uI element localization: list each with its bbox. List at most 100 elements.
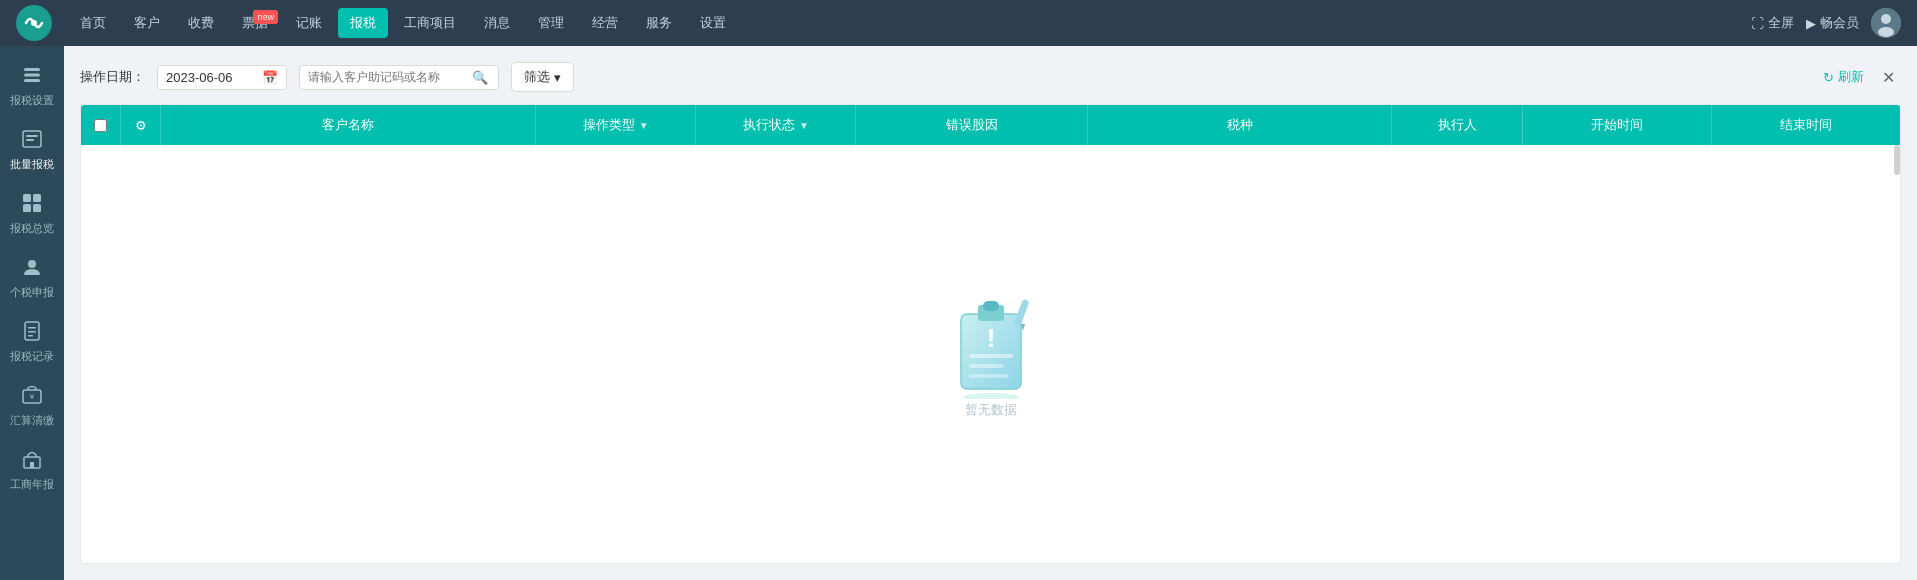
th-executor-label: 执行人 [1438, 116, 1477, 134]
table-scrollbar[interactable] [1894, 145, 1900, 563]
empty-svg: ! [946, 289, 1046, 399]
th-op-type[interactable]: 操作类型 ▼ [536, 105, 696, 145]
th-end-time: 结束时间 [1712, 105, 1900, 145]
svg-rect-9 [26, 135, 38, 137]
svg-text:¥: ¥ [29, 392, 35, 401]
svg-point-15 [28, 260, 36, 268]
svg-rect-28 [969, 364, 1004, 368]
nav-item-tax[interactable]: 报税 [338, 8, 388, 38]
th-checkbox[interactable] [81, 105, 121, 145]
svg-rect-6 [24, 74, 40, 77]
svg-rect-7 [24, 79, 40, 82]
nav-item-service[interactable]: 服务 [634, 8, 684, 38]
scrollbar-thumb [1894, 145, 1900, 175]
fullscreen-button[interactable]: ⛶ 全屏 [1751, 14, 1794, 32]
svg-rect-26 [983, 301, 999, 311]
th-exec-status-label: 执行状态 [743, 116, 795, 134]
sidebar-item-personal-tax[interactable]: 个税申报 [0, 246, 64, 310]
settlement-icon: ¥ [21, 384, 43, 409]
tax-record-icon [21, 320, 43, 345]
th-settings[interactable]: ⚙ [121, 105, 161, 145]
svg-rect-14 [33, 204, 41, 212]
sort-icon: ▼ [639, 120, 649, 131]
play-icon: ▶ [1806, 16, 1816, 31]
refresh-button[interactable]: ↻ 刷新 [1823, 68, 1864, 86]
tax-settings-icon [21, 64, 43, 89]
sidebar: 报税设置批量报税报税总览个税申报报税记录 ¥ 汇算清缴工商年报 [0, 46, 64, 580]
svg-rect-17 [28, 327, 36, 329]
svg-text:!: ! [986, 323, 995, 353]
sidebar-item-tax-record[interactable]: 报税记录 [0, 310, 64, 374]
main-layout: 报税设置批量报税报税总览个税申报报税记录 ¥ 汇算清缴工商年报 操作日期： 📅 🔍 … [0, 46, 1917, 580]
sidebar-item-batch-tax[interactable]: 批量报税 [0, 118, 64, 182]
date-label: 操作日期： [80, 68, 145, 86]
nav-item-manage[interactable]: 管理 [526, 8, 576, 38]
search-input[interactable] [308, 70, 468, 84]
th-client: 客户名称 [161, 105, 536, 145]
top-navbar: 首页客户收费票据new记账报税工商项目消息管理经营服务设置 ⛶ 全屏 ▶ 畅会员 [0, 0, 1917, 46]
date-picker[interactable]: 📅 [157, 65, 287, 90]
personal-tax-icon [21, 256, 43, 281]
calendar-icon: 📅 [262, 70, 278, 85]
nav-item-home[interactable]: 首页 [68, 8, 118, 38]
sort-icon-2: ▼ [799, 120, 809, 131]
th-start-time: 开始时间 [1523, 105, 1712, 145]
sidebar-item-settlement[interactable]: ¥ 汇算清缴 [0, 374, 64, 438]
annual-report-icon [21, 448, 43, 473]
chevron-down-icon: ▾ [554, 70, 561, 85]
table-header: ⚙ 客户名称 操作类型 ▼ 执行状态 ▼ 错误股因 税种 [81, 105, 1900, 145]
nav-items: 首页客户收费票据new记账报税工商项目消息管理经营服务设置 [68, 8, 1751, 38]
svg-rect-23 [30, 462, 34, 468]
th-exec-status[interactable]: 执行状态 ▼ [696, 105, 856, 145]
th-tax-type: 税种 [1088, 105, 1391, 145]
th-tax-type-label: 税种 [1227, 116, 1253, 134]
th-executor: 执行人 [1392, 105, 1524, 145]
svg-point-1 [31, 20, 37, 26]
nav-item-message[interactable]: 消息 [472, 8, 522, 38]
avatar[interactable] [1871, 8, 1901, 38]
th-op-type-label: 操作类型 [583, 116, 635, 134]
logo[interactable] [16, 5, 52, 41]
sidebar-label-settlement: 汇算清缴 [10, 413, 54, 428]
nav-item-operations[interactable]: 经营 [580, 8, 630, 38]
sidebar-label-tax-overview: 报税总览 [10, 221, 54, 236]
filter-button[interactable]: 筛选 ▾ [511, 62, 574, 92]
tax-overview-icon [21, 192, 43, 217]
empty-illustration: ! [946, 289, 1036, 389]
th-end-time-label: 结束时间 [1780, 116, 1832, 134]
sidebar-label-tax-settings: 报税设置 [10, 93, 54, 108]
nav-item-invoice[interactable]: 票据new [230, 8, 280, 38]
svg-rect-13 [23, 204, 31, 212]
svg-rect-27 [969, 354, 1013, 358]
svg-rect-11 [23, 194, 31, 202]
th-error-label: 错误股因 [946, 116, 998, 134]
data-table: ⚙ 客户名称 操作类型 ▼ 执行状态 ▼ 错误股因 税种 [80, 104, 1901, 564]
batch-tax-icon [21, 128, 43, 153]
th-client-label: 客户名称 [322, 116, 374, 134]
date-input[interactable] [166, 70, 256, 85]
nav-item-customer[interactable]: 客户 [122, 8, 172, 38]
fullscreen-label: 全屏 [1768, 14, 1794, 32]
fullscreen-icon: ⛶ [1751, 16, 1764, 31]
member-label: 畅会员 [1820, 14, 1859, 32]
svg-rect-29 [969, 374, 1009, 378]
sidebar-label-personal-tax: 个税申报 [10, 285, 54, 300]
svg-rect-10 [26, 139, 34, 141]
sidebar-item-tax-settings[interactable]: 报税设置 [0, 54, 64, 118]
close-button[interactable]: ✕ [1876, 66, 1901, 89]
nav-item-settings[interactable]: 设置 [688, 8, 738, 38]
sidebar-item-annual-report[interactable]: 工商年报 [0, 438, 64, 502]
empty-state: ! [946, 289, 1036, 419]
nav-item-collection[interactable]: 收费 [176, 8, 226, 38]
member-button[interactable]: ▶ 畅会员 [1806, 14, 1859, 32]
search-icon[interactable]: 🔍 [472, 70, 488, 85]
select-all-checkbox[interactable] [94, 119, 107, 132]
nav-item-bizproject[interactable]: 工商项目 [392, 8, 468, 38]
svg-rect-5 [24, 68, 40, 71]
content-area: 操作日期： 📅 🔍 筛选 ▾ ↻ 刷新 ✕ [64, 46, 1917, 580]
nav-item-ledger[interactable]: 记账 [284, 8, 334, 38]
sidebar-item-tax-overview[interactable]: 报税总览 [0, 182, 64, 246]
th-start-time-label: 开始时间 [1591, 116, 1643, 134]
sidebar-label-tax-record: 报税记录 [10, 349, 54, 364]
refresh-label: 刷新 [1838, 68, 1864, 86]
